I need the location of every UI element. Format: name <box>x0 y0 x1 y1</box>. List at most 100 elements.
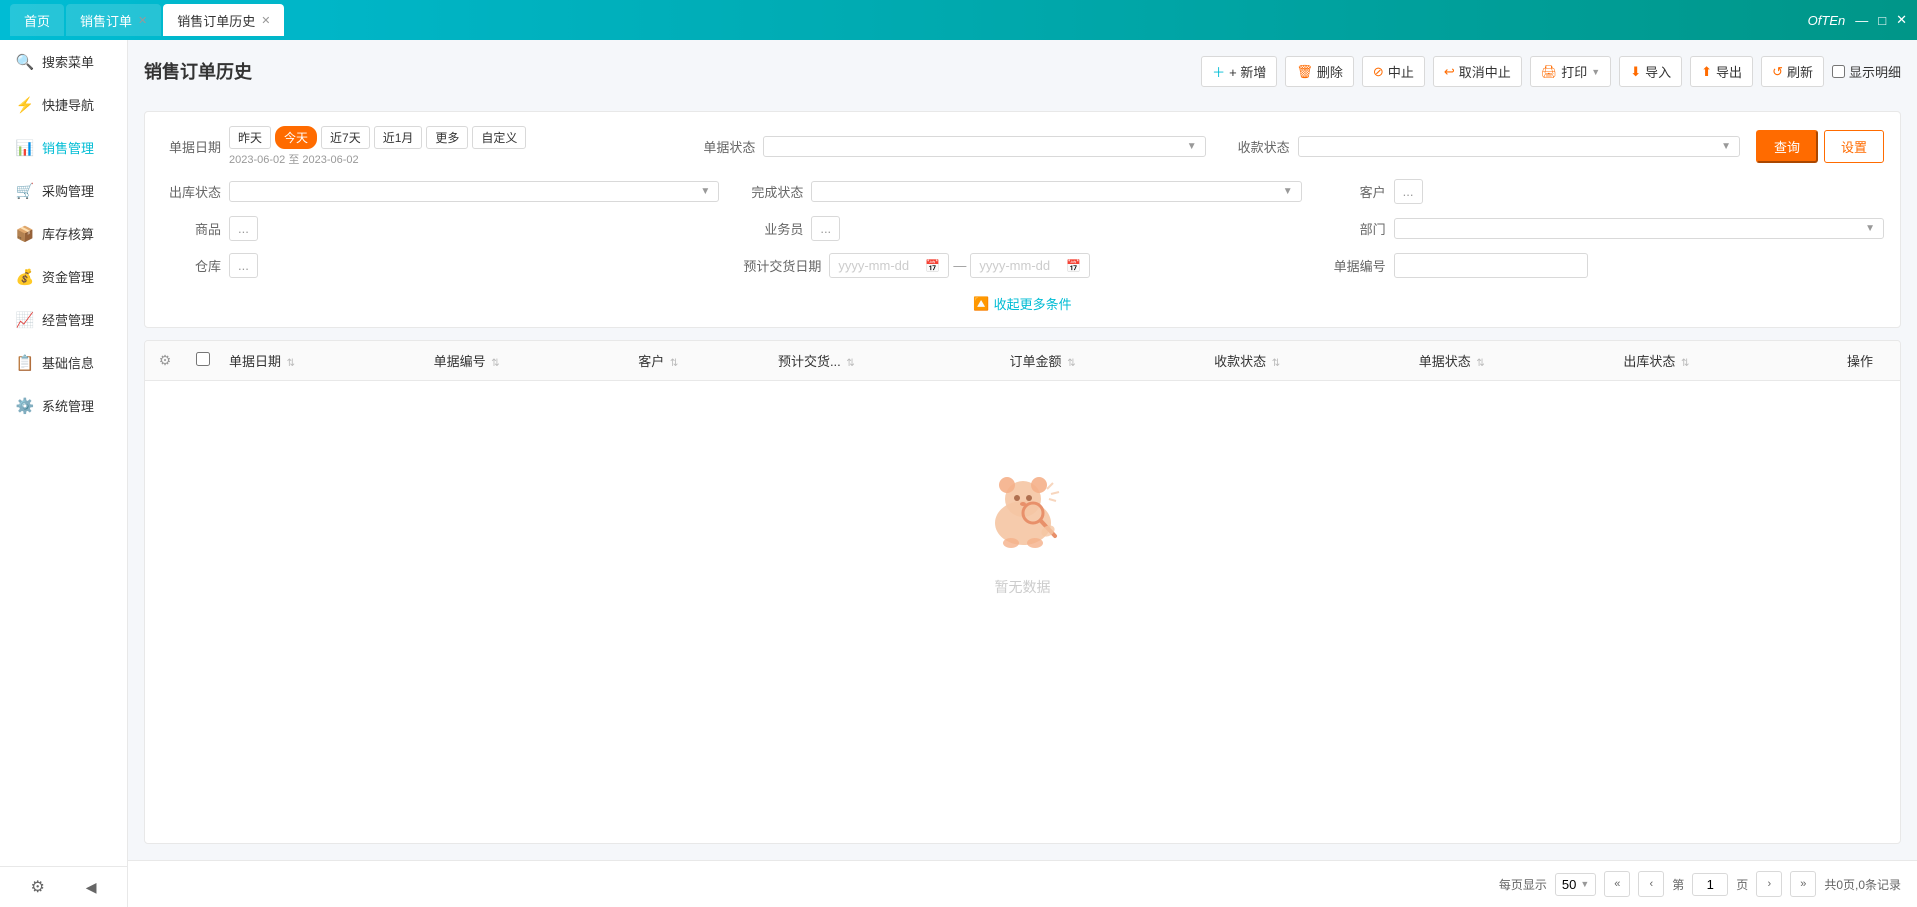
select-all-checkbox[interactable] <box>196 352 210 366</box>
refresh-btn[interactable]: ↺ 刷新 <box>1761 56 1824 87</box>
tab-sales-order-close[interactable]: ✕ <box>138 14 147 27</box>
sidebar-item-quick-nav[interactable]: ⚡ 快捷导航 <box>0 83 127 126</box>
sidebar-settings-btn[interactable]: ⚙ <box>30 877 44 897</box>
dept-select[interactable]: ▼ <box>1394 218 1884 239</box>
data-table: ⚙ 单据日期 ⇅ 单据编号 ⇅ <box>145 341 1900 677</box>
last1m-btn[interactable]: 近1月 <box>374 126 423 149</box>
today-btn[interactable]: 今天 <box>275 126 317 149</box>
tab-home[interactable]: 首页 <box>10 4 64 36</box>
sidebar-item-system-mgmt[interactable]: ⚙️ 系统管理 <box>0 384 127 427</box>
doc-no-input[interactable] <box>1394 253 1588 278</box>
page-size-label: 每页显示 <box>1499 876 1547 893</box>
sidebar-item-search-menu[interactable]: 🔍 搜索菜单 <box>0 40 127 83</box>
more-btn[interactable]: 更多 <box>426 126 468 149</box>
th-doc-status[interactable]: 单据状态 ⇅ <box>1411 341 1616 381</box>
th-warehouse-out-status[interactable]: 出库状态 ⇅ <box>1615 341 1820 381</box>
sidebar-item-inventory-calc[interactable]: 📦 库存核算 <box>0 212 127 255</box>
sidebar-item-sales-mgmt[interactable]: 📊 销售管理 <box>0 126 127 169</box>
page-size-value: 50 <box>1562 877 1576 892</box>
warehouse-out-label: 出库状态 <box>161 182 221 201</box>
filter-goods-item: 商品 ... <box>161 216 719 241</box>
date-separator: — <box>953 258 966 273</box>
th-doc-no[interactable]: 单据编号 ⇅ <box>426 341 631 381</box>
filter-warehouse-item: 仓库 ... <box>161 253 719 278</box>
sidebar-item-purchase-mgmt-label: 采购管理 <box>42 181 94 200</box>
last7-btn[interactable]: 近7天 <box>321 126 370 149</box>
th-customer[interactable]: 客户 ⇅ <box>630 341 770 381</box>
warehouse-out-arrow-icon: ▼ <box>700 186 710 197</box>
custom-btn[interactable]: 自定义 <box>472 126 526 149</box>
print-btn[interactable]: 🖨 打印 ▼ <box>1530 56 1611 87</box>
warehouse-out-control: ▼ <box>229 181 719 202</box>
purchase-mgmt-icon: 🛒 <box>16 182 34 200</box>
sidebar-collapse-btn[interactable]: ◀ <box>86 879 97 896</box>
first-page-btn[interactable]: « <box>1604 871 1630 897</box>
th-doc-date[interactable]: 单据日期 ⇅ <box>221 341 426 381</box>
calendar-to-icon: 📅 <box>1066 259 1081 273</box>
filter-warehouse-out-item: 出库状态 ▼ <box>161 181 719 202</box>
query-btn[interactable]: 查询 <box>1756 130 1818 163</box>
last-page-btn[interactable]: » <box>1790 871 1816 897</box>
minimize-btn[interactable]: — <box>1855 13 1868 28</box>
next-page-btn[interactable]: › <box>1756 871 1782 897</box>
operation-mgmt-icon: 📈 <box>16 311 34 329</box>
close-btn[interactable]: ✕ <box>1896 12 1907 28</box>
stop-btn[interactable]: ⊘ 中止 <box>1362 56 1425 87</box>
empty-icon <box>973 461 1073 561</box>
page-number-input[interactable] <box>1692 873 1728 896</box>
th-payment-status[interactable]: 收款状态 ⇅ <box>1206 341 1411 381</box>
sales-mgmt-icon: 📊 <box>16 139 34 157</box>
warehouse-select-btn[interactable]: ... <box>229 253 258 278</box>
warehouse-label: 仓库 <box>161 256 221 275</box>
new-btn[interactable]: ＋ + 新增 <box>1201 56 1277 87</box>
salesperson-select-btn[interactable]: ... <box>811 216 840 241</box>
page-size-select[interactable]: 50 ▼ <box>1555 873 1596 896</box>
tab-sales-order[interactable]: 销售订单 ✕ <box>66 4 161 36</box>
system-mgmt-icon: ⚙️ <box>16 397 34 415</box>
delete-btn[interactable]: 🗑 删除 <box>1285 56 1354 87</box>
prev-page-btn[interactable]: ‹ <box>1638 871 1664 897</box>
table-settings-gear[interactable]: ⚙ <box>159 352 172 368</box>
export-btn[interactable]: ⬆ 导出 <box>1690 56 1753 87</box>
sidebar-item-basic-info[interactable]: 📋 基础信息 <box>0 341 127 384</box>
payment-status-select[interactable]: ▼ <box>1298 136 1740 157</box>
complete-status-label: 完成状态 <box>743 182 803 201</box>
empty-state-row: 暂无数据 <box>145 381 1900 678</box>
settings-btn[interactable]: 设置 <box>1824 130 1884 163</box>
import-btn[interactable]: ⬇ 导入 <box>1619 56 1682 87</box>
import-icon: ⬇ <box>1630 64 1641 80</box>
sidebar-item-purchase-mgmt[interactable]: 🛒 采购管理 <box>0 169 127 212</box>
sidebar-item-operation-mgmt[interactable]: 📈 经营管理 <box>0 298 127 341</box>
date-buttons: 昨天 今天 近7天 近1月 更多 自定义 <box>229 126 671 149</box>
dept-control: ▼ <box>1394 218 1884 239</box>
warehouse-out-select[interactable]: ▼ <box>229 181 719 202</box>
warehouse-control: ... <box>229 253 719 278</box>
filter-row-4: 仓库 ... 预计交货日期 yyyy-mm-dd 📅 <box>161 253 1884 278</box>
doc-status-select[interactable]: ▼ <box>763 136 1205 157</box>
collapse-row[interactable]: 🔼 收起更多条件 <box>161 290 1884 313</box>
display-columns-checkbox[interactable] <box>1832 65 1845 78</box>
filter-row-1: 单据日期 昨天 今天 近7天 近1月 更多 自定义 2023-06-02 至 2… <box>161 126 1884 167</box>
tab-sales-history[interactable]: 销售订单历史 ✕ <box>163 4 284 36</box>
th-expected-delivery[interactable]: 预计交货... ⇅ <box>770 341 1002 381</box>
window-actions: OfTEn — □ ✕ <box>1808 12 1907 28</box>
th-payment-status-sort: ⇅ <box>1272 358 1280 369</box>
doc-no-control <box>1394 253 1884 278</box>
complete-status-select[interactable]: ▼ <box>811 181 1301 202</box>
th-doc-no-label: 单据编号 <box>434 354 486 369</box>
goods-select-btn[interactable]: ... <box>229 216 258 241</box>
cancel-stop-btn[interactable]: ↩ 取消中止 <box>1433 56 1522 87</box>
th-warehouse-out-status-label: 出库状态 <box>1623 354 1675 369</box>
sidebar-item-capital-mgmt[interactable]: 💰 资金管理 <box>0 255 127 298</box>
th-payment-status-label: 收款状态 <box>1214 354 1266 369</box>
tab-home-label: 首页 <box>24 11 50 30</box>
sidebar: 🔍 搜索菜单 ⚡ 快捷导航 📊 销售管理 🛒 采购管理 📦 库存核算 💰 资金管… <box>0 40 128 907</box>
doc-status-control: ▼ <box>763 136 1205 157</box>
delivery-date-to[interactable]: yyyy-mm-dd 📅 <box>970 253 1090 278</box>
th-order-amount[interactable]: 订单金额 ⇅ <box>1002 341 1207 381</box>
tab-sales-history-close[interactable]: ✕ <box>261 14 270 27</box>
customer-select-btn[interactable]: ... <box>1394 179 1423 204</box>
delivery-date-from[interactable]: yyyy-mm-dd 📅 <box>829 253 949 278</box>
maximize-btn[interactable]: □ <box>1878 13 1886 28</box>
yesterday-btn[interactable]: 昨天 <box>229 126 271 149</box>
